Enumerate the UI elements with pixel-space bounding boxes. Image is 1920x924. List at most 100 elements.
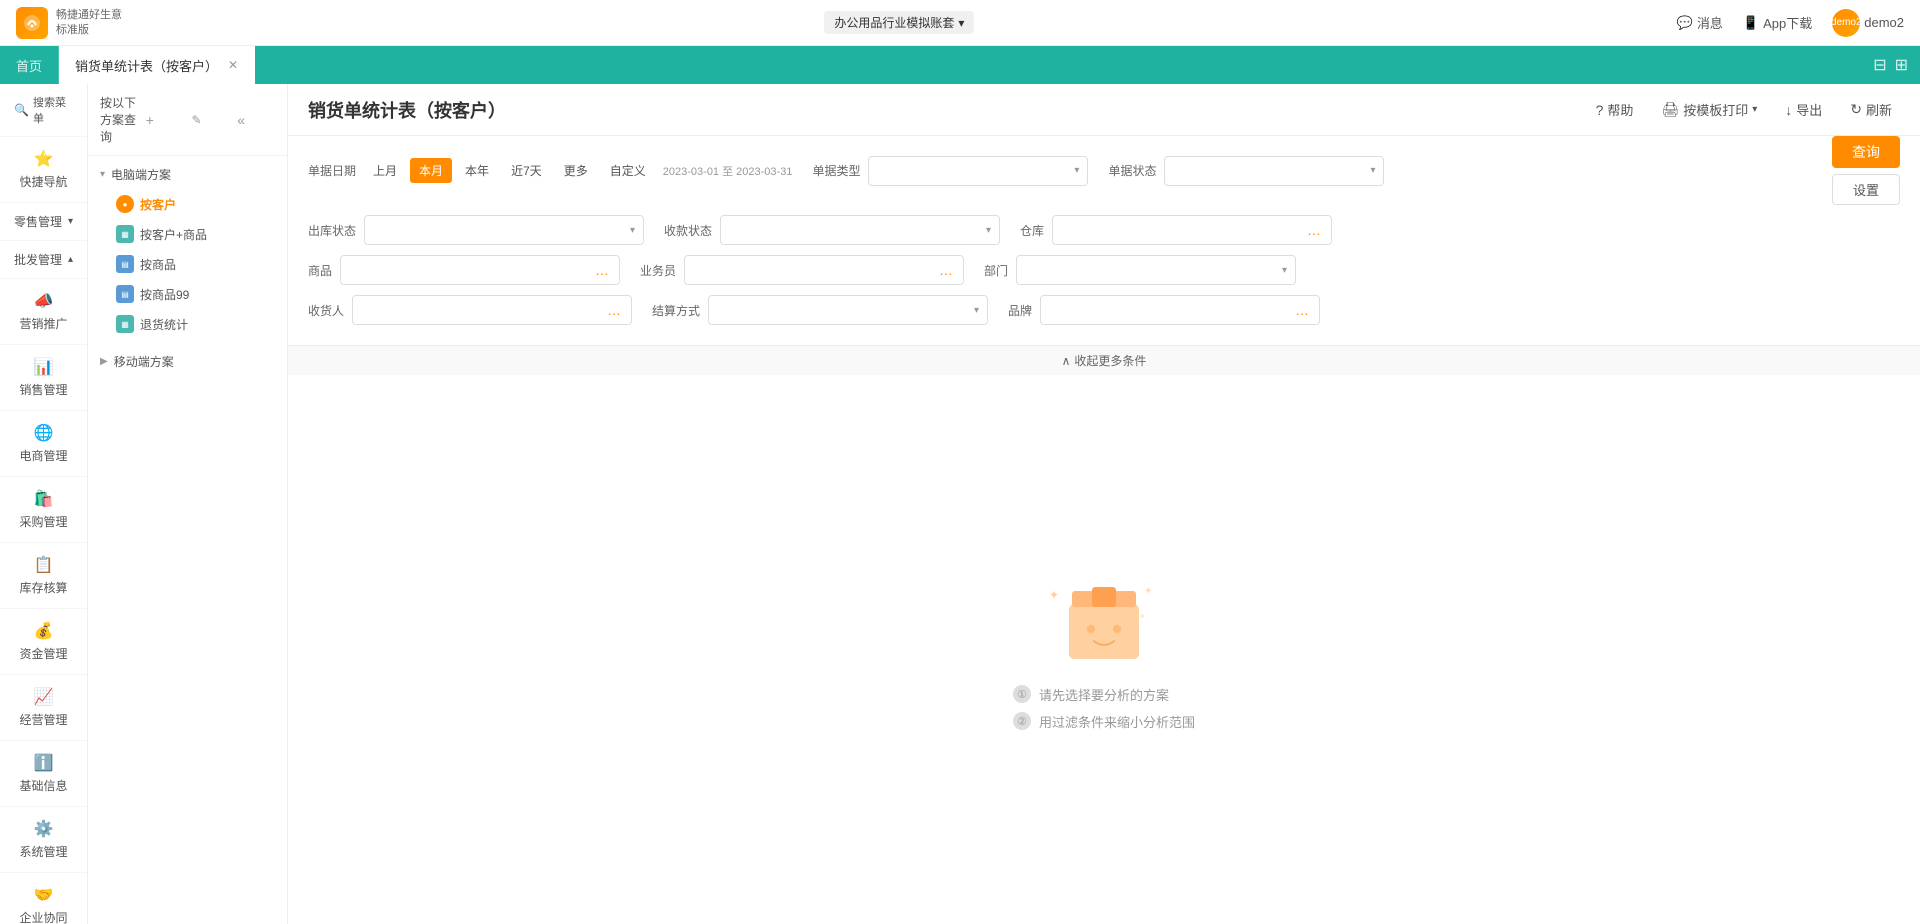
product-input[interactable]: … bbox=[340, 255, 620, 285]
ellipsis-icon: … bbox=[1295, 302, 1311, 318]
sidebar-item-purchase-mgmt[interactable]: 🛍️ 采购管理 bbox=[0, 477, 87, 543]
svg-text:✦: ✦ bbox=[1144, 586, 1152, 597]
search-icon: 🔍 bbox=[14, 103, 29, 117]
date-btn-last-7[interactable]: 近7天 bbox=[502, 158, 551, 183]
template-print-btn[interactable]: 🖨 按模板打印 ▾ bbox=[1653, 96, 1765, 123]
print-icon: 🖨 bbox=[1661, 101, 1679, 118]
chevron-down-icon: ▾ bbox=[974, 305, 979, 316]
tab-home[interactable]: 首页 bbox=[0, 46, 59, 84]
page-actions: ? 帮助 🖨 按模板打印 ▾ ↓ 导出 ↻ 刷新 bbox=[1588, 96, 1900, 123]
sidebar-item-retail-mgmt[interactable]: 零售管理 ▾ bbox=[0, 203, 87, 241]
sidebar-item-sales-mgmt[interactable]: 📊 销售管理 bbox=[0, 345, 87, 411]
chevron-down-icon: ▾ bbox=[1370, 165, 1375, 176]
app-download-btn[interactable]: 📱 App下载 bbox=[1743, 13, 1812, 32]
salesperson-input[interactable]: … bbox=[684, 255, 964, 285]
tab-maximize-btn[interactable]: ⊞ bbox=[1895, 55, 1908, 75]
sidebar-item-wholesale-mgmt[interactable]: 批发管理 ▴ bbox=[0, 241, 87, 279]
filter-row-4: 收货人 … 结算方式 ▾ 品牌 bbox=[308, 295, 1900, 325]
scheme-item-by-product[interactable]: ▤ 按商品 bbox=[88, 249, 287, 279]
scheme-group-mobile-title[interactable]: ▶ 移动端方案 bbox=[88, 347, 287, 376]
main-layout: 🔍 搜索菜单 ⭐ 快捷导航 零售管理 ▾ 批发管理 ▴ 📣 营销推广 📊 销售管… bbox=[0, 84, 1920, 924]
scheme-item-by-customer-product[interactable]: ▦ 按客户+商品 bbox=[88, 219, 287, 249]
date-btn-last-month[interactable]: 上月 bbox=[364, 158, 406, 183]
brand-input[interactable]: … bbox=[1040, 295, 1320, 325]
export-btn[interactable]: ↓ 导出 bbox=[1777, 96, 1830, 123]
sidebar-item-sys-mgmt[interactable]: ⚙️ 系统管理 bbox=[0, 807, 87, 873]
scheme-item-return-stat[interactable]: ▦ 退货统计 bbox=[88, 309, 287, 339]
svg-text:✦: ✦ bbox=[1049, 588, 1059, 602]
page-header-top: 销货单统计表（按客户） ? 帮助 🖨 按模板打印 ▾ ↓ 导出 bbox=[308, 96, 1900, 123]
chevron-right-icon: ▶ bbox=[100, 356, 108, 367]
consignee-input[interactable]: … bbox=[352, 295, 632, 325]
tab-sales-stat[interactable]: 销货单统计表（按客户） ✕ bbox=[59, 46, 255, 84]
dept-select[interactable]: ▾ bbox=[1016, 255, 1296, 285]
message-btn[interactable]: 💬 消息 bbox=[1677, 13, 1723, 32]
chevron-down-icon: ▾ bbox=[958, 16, 964, 30]
edit-scheme-btn[interactable]: ✎ bbox=[192, 113, 230, 127]
sidebar-item-ecommerce-mgmt[interactable]: 🌐 电商管理 bbox=[0, 411, 87, 477]
scheme-item-by-product-99[interactable]: ▤ 按商品99 bbox=[88, 279, 287, 309]
sales-icon: 📊 bbox=[34, 357, 54, 377]
filter-consignee: 收货人 … bbox=[308, 295, 632, 325]
chevron-down-icon: ▾ bbox=[1074, 165, 1079, 176]
chevron-down-icon: ▾ bbox=[100, 169, 105, 180]
empty-illustration: ✦ ✦ ✦ bbox=[1044, 569, 1164, 669]
scheme-group-desktop: ▾ 电脑端方案 ● 按客户 ▦ 按客户+商品 ▤ 按商品 ▤ 按商品99 ▦ 退… bbox=[88, 156, 287, 343]
warehouse-input[interactable]: … bbox=[1052, 215, 1332, 245]
doc-status-select[interactable]: ▾ bbox=[1164, 156, 1384, 186]
doc-type-select[interactable]: ▾ bbox=[868, 156, 1088, 186]
sidebar-item-basic-info[interactable]: ℹ️ 基础信息 bbox=[0, 741, 87, 807]
tab-bar: 首页 销货单统计表（按客户） ✕ ⊟ ⊞ bbox=[0, 46, 1920, 84]
add-scheme-btn[interactable]: + bbox=[146, 112, 184, 128]
filter-out-status: 出库状态 ▾ bbox=[308, 215, 644, 245]
filter-product: 商品 … bbox=[308, 255, 620, 285]
tab-close-btn[interactable]: ✕ bbox=[228, 58, 238, 72]
filter-brand: 品牌 … bbox=[1008, 295, 1320, 325]
sidebar-item-marketing[interactable]: 📣 营销推广 bbox=[0, 279, 87, 345]
industry-selector[interactable]: 办公用品行业模拟账套 ▾ bbox=[824, 11, 974, 34]
help-btn[interactable]: ? 帮助 bbox=[1588, 96, 1642, 123]
filter-row-3: 商品 … 业务员 … 部门 bbox=[308, 255, 1900, 285]
chevron-icon: ▴ bbox=[68, 254, 73, 265]
filter-row-1: 单据日期 上月 本月 本年 近7天 更多 自定义 2023-03-01 至 20… bbox=[308, 136, 1900, 205]
sidebar-item-quick-nav[interactable]: ⭐ 快捷导航 bbox=[0, 137, 87, 203]
sidebar-item-inventory-check[interactable]: 📋 库存核算 bbox=[0, 543, 87, 609]
ellipsis-icon: … bbox=[1307, 222, 1323, 238]
sidebar-item-enterprise-collab[interactable]: 🤝 企业协同 bbox=[0, 873, 87, 924]
collapse-panel-btn[interactable]: « bbox=[237, 112, 275, 128]
left-panel-header: 按以下方案查询 + ✎ « bbox=[88, 84, 287, 156]
scheme-group-desktop-title[interactable]: ▾ 电脑端方案 bbox=[88, 160, 287, 189]
content-area: 销货单统计表（按客户） ? 帮助 🖨 按模板打印 ▾ ↓ 导出 bbox=[288, 84, 1920, 924]
sidebar: 🔍 搜索菜单 ⭐ 快捷导航 零售管理 ▾ 批发管理 ▴ 📣 营销推广 📊 销售管… bbox=[0, 84, 88, 924]
ellipsis-icon: … bbox=[607, 302, 623, 318]
empty-state: ✦ ✦ ✦ ① 请先选择要分析的方案 ② 用过滤条件来缩小分析范围 bbox=[288, 375, 1920, 924]
tab-minimize-btn[interactable]: ⊟ bbox=[1873, 55, 1886, 75]
top-header: 畅捷通好生意 标准版 办公用品行业模拟账套 ▾ 💬 消息 📱 App下载 dem… bbox=[0, 0, 1920, 46]
collapse-bar[interactable]: ∧ 收起更多条件 bbox=[288, 345, 1920, 375]
date-btn-custom[interactable]: 自定义 bbox=[601, 158, 655, 183]
filter-settle-method: 结算方式 ▾ bbox=[652, 295, 988, 325]
customer-scheme-icon: ● bbox=[116, 195, 134, 213]
refresh-btn[interactable]: ↻ 刷新 bbox=[1842, 96, 1900, 123]
chevron-down-icon: ▾ bbox=[1282, 265, 1287, 276]
chart-scheme-icon2: ▦ bbox=[116, 315, 134, 333]
ellipsis-icon: … bbox=[595, 262, 611, 278]
out-status-select[interactable]: ▾ bbox=[364, 215, 644, 245]
inventory-icon: 📋 bbox=[34, 555, 54, 575]
finance-icon: 💰 bbox=[34, 621, 54, 641]
sidebar-item-ops-mgmt[interactable]: 📈 经营管理 bbox=[0, 675, 87, 741]
query-btn[interactable]: 查询 bbox=[1832, 136, 1900, 168]
receipt-status-select[interactable]: ▾ bbox=[720, 215, 1000, 245]
date-btn-this-year[interactable]: 本年 bbox=[456, 158, 498, 183]
date-btn-this-month[interactable]: 本月 bbox=[410, 158, 452, 183]
date-btn-more[interactable]: 更多 bbox=[555, 158, 597, 183]
sidebar-item-search-menu[interactable]: 🔍 搜索菜单 bbox=[0, 84, 87, 137]
settings-btn[interactable]: 设置 bbox=[1832, 174, 1900, 205]
scheme-item-by-customer[interactable]: ● 按客户 bbox=[88, 189, 287, 219]
help-icon: ? bbox=[1596, 102, 1604, 118]
sidebar-item-finance-mgmt[interactable]: 💰 资金管理 bbox=[0, 609, 87, 675]
refresh-icon: ↻ bbox=[1850, 101, 1862, 118]
chevron-down-icon: ▾ bbox=[1752, 104, 1757, 115]
settle-method-select[interactable]: ▾ bbox=[708, 295, 988, 325]
user-menu[interactable]: demo2 demo2 bbox=[1832, 9, 1904, 37]
